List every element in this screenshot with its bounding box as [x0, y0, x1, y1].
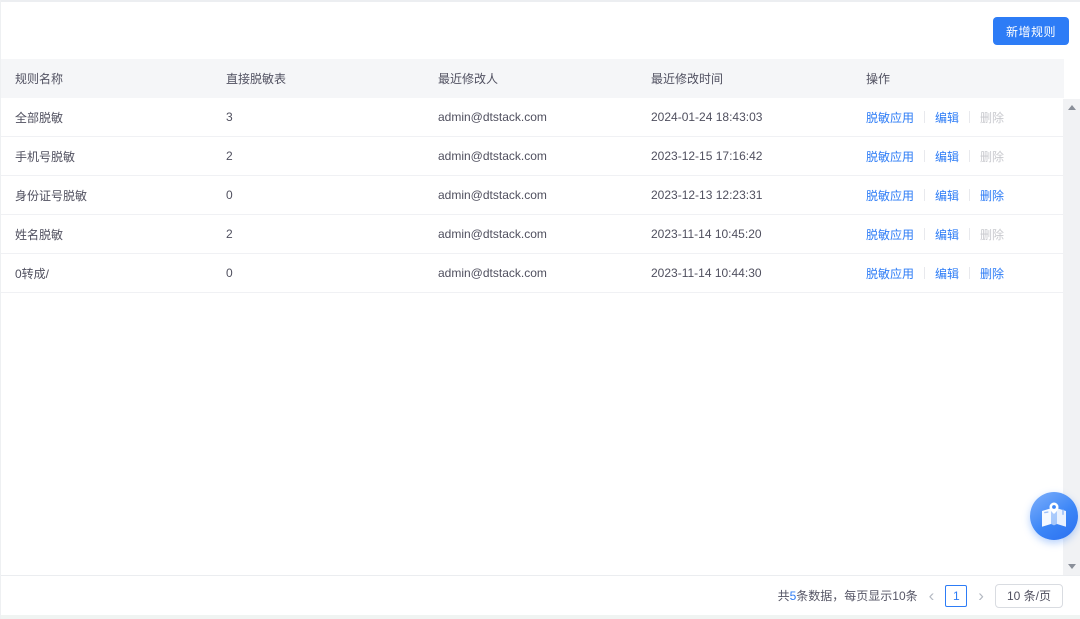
table-row: 0转成/ 0 admin@dtstack.com 2023-11-14 10:4…	[1, 254, 1064, 293]
direct-tables-cell: 0	[226, 188, 438, 202]
apply-masking-link[interactable]: 脱敏应用	[866, 226, 914, 243]
delete-link[interactable]: 删除	[980, 109, 1004, 126]
delete-link[interactable]: 删除	[980, 226, 1004, 243]
action-divider	[969, 267, 970, 279]
modifier-cell: admin@dtstack.com	[438, 149, 651, 163]
add-rule-button[interactable]: 新增规则	[993, 17, 1069, 45]
column-header-rule-name: 规则名称	[15, 70, 226, 87]
actions-cell: 脱敏应用 编辑 删除	[866, 148, 1064, 165]
action-divider	[924, 111, 925, 123]
action-divider	[969, 150, 970, 162]
map-guide-icon	[1039, 501, 1069, 531]
modifier-cell: admin@dtstack.com	[438, 110, 651, 124]
column-header-last-modified-time: 最近修改时间	[651, 70, 866, 87]
rule-name-cell: 全部脱敏	[15, 109, 226, 126]
apply-masking-link[interactable]: 脱敏应用	[866, 187, 914, 204]
modified-time-cell: 2023-12-15 17:16:42	[651, 149, 866, 163]
rule-name-cell: 手机号脱敏	[15, 148, 226, 165]
action-divider	[924, 228, 925, 240]
scroll-down-arrow-icon[interactable]	[1063, 558, 1080, 575]
edit-link[interactable]: 编辑	[935, 265, 959, 282]
column-header-actions: 操作	[866, 70, 1064, 87]
masking-rules-page: 新增规则 规则名称 直接脱敏表 最近修改人 最近修改时间 操作 全部脱敏 3 a…	[0, 0, 1080, 619]
delete-link[interactable]: 删除	[980, 187, 1004, 204]
edit-link[interactable]: 编辑	[935, 187, 959, 204]
rule-name-cell: 身份证号脱敏	[15, 187, 226, 204]
pagination-total-text: 共5条数据，每页显示10条	[778, 587, 918, 604]
modified-time-cell: 2023-11-14 10:44:30	[651, 266, 866, 280]
pagination-bar: 共5条数据，每页显示10条 ‹ 1 › 10 条/页	[1, 575, 1080, 615]
column-header-direct-tables: 直接脱敏表	[226, 70, 438, 87]
action-divider	[924, 189, 925, 201]
direct-tables-cell: 3	[226, 110, 438, 124]
prev-page-button[interactable]: ‹	[927, 587, 937, 604]
modified-time-cell: 2023-11-14 10:45:20	[651, 227, 866, 241]
scroll-up-arrow-icon[interactable]	[1063, 99, 1080, 116]
actions-cell: 脱敏应用 编辑 删除	[866, 187, 1064, 204]
table-header-row: 规则名称 直接脱敏表 最近修改人 最近修改时间 操作	[1, 59, 1064, 98]
modified-time-cell: 2024-01-24 18:43:03	[651, 110, 866, 124]
table-row: 身份证号脱敏 0 admin@dtstack.com 2023-12-13 12…	[1, 176, 1064, 215]
toolbar: 新增规则	[1, 2, 1080, 58]
delete-link[interactable]: 删除	[980, 148, 1004, 165]
modified-time-cell: 2023-12-13 12:23:31	[651, 188, 866, 202]
action-divider	[924, 150, 925, 162]
direct-tables-cell: 2	[226, 149, 438, 163]
table-row: 姓名脱敏 2 admin@dtstack.com 2023-11-14 10:4…	[1, 215, 1064, 254]
rule-name-cell: 姓名脱敏	[15, 226, 226, 243]
apply-masking-link[interactable]: 脱敏应用	[866, 265, 914, 282]
action-divider	[924, 267, 925, 279]
edit-link[interactable]: 编辑	[935, 109, 959, 126]
modifier-cell: admin@dtstack.com	[438, 188, 651, 202]
edit-link[interactable]: 编辑	[935, 226, 959, 243]
actions-cell: 脱敏应用 编辑 删除	[866, 265, 1064, 282]
total-prefix: 共	[778, 589, 790, 603]
modifier-cell: admin@dtstack.com	[438, 227, 651, 241]
total-suffix: 条数据，每页显示10条	[796, 589, 917, 603]
edit-link[interactable]: 编辑	[935, 148, 959, 165]
actions-cell: 脱敏应用 编辑 删除	[866, 109, 1064, 126]
bottom-edge-divider	[1, 615, 1080, 619]
action-divider	[969, 111, 970, 123]
actions-cell: 脱敏应用 编辑 删除	[866, 226, 1064, 243]
direct-tables-cell: 0	[226, 266, 438, 280]
help-guide-button[interactable]	[1030, 492, 1078, 540]
action-divider	[969, 189, 970, 201]
delete-link[interactable]: 删除	[980, 265, 1004, 282]
table-row: 手机号脱敏 2 admin@dtstack.com 2023-12-15 17:…	[1, 137, 1064, 176]
apply-masking-link[interactable]: 脱敏应用	[866, 148, 914, 165]
page-number-button[interactable]: 1	[945, 585, 967, 607]
action-divider	[969, 228, 970, 240]
modifier-cell: admin@dtstack.com	[438, 266, 651, 280]
next-page-button[interactable]: ›	[976, 587, 986, 604]
direct-tables-cell: 2	[226, 227, 438, 241]
rule-name-cell: 0转成/	[15, 265, 226, 282]
table-row: 全部脱敏 3 admin@dtstack.com 2024-01-24 18:4…	[1, 98, 1064, 137]
column-header-last-modifier: 最近修改人	[438, 70, 651, 87]
page-size-select[interactable]: 10 条/页	[995, 584, 1063, 608]
apply-masking-link[interactable]: 脱敏应用	[866, 109, 914, 126]
rules-table: 规则名称 直接脱敏表 最近修改人 最近修改时间 操作 全部脱敏 3 admin@…	[1, 59, 1064, 293]
